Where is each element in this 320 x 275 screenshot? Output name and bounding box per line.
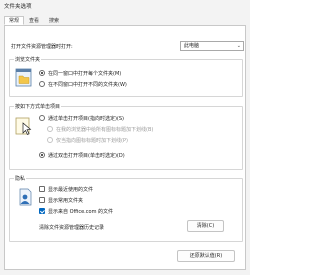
click-items-group: 按如下方式单击项目 通过单击打开项目(指向时选定)(S) 在我的浏览器中给所有图… bbox=[9, 103, 243, 170]
folder-window-icon bbox=[15, 68, 32, 87]
checkbox-frequent-folders-label: 显示常用文件夹 bbox=[48, 198, 84, 204]
open-explorer-select[interactable]: 此电脑 ⌄ bbox=[180, 41, 244, 51]
radio-single-click-label: 通过单击打开项目(指向时选定)(S) bbox=[48, 116, 124, 122]
folder-options-dialog: 文件夹选项 常规 查看 搜索 打开文件资源管理器时打开: 此电脑 ⌄ 浏览文件夹… bbox=[0, 0, 250, 275]
checkbox-office-files[interactable] bbox=[39, 208, 45, 214]
click-pointer-icon bbox=[15, 117, 32, 135]
radio-same-window-label: 在同一窗口中打开每个文件夹(M) bbox=[48, 71, 122, 77]
tab-view[interactable]: 查看 bbox=[24, 16, 44, 25]
checkbox-frequent-folders[interactable] bbox=[39, 197, 45, 203]
radio-new-window-label: 在不同窗口中打开不同的文件夹(W) bbox=[48, 82, 127, 88]
clear-history-label: 清除文件资源管理器历史记录 bbox=[39, 225, 105, 231]
checkbox-office-files-label: 显示来自 Office.com 的文件 bbox=[48, 209, 114, 215]
click-items-title: 按如下方式单击项目 bbox=[14, 103, 62, 110]
checkbox-recent-files[interactable] bbox=[39, 186, 45, 192]
browse-folders-group: 浏览文件夹 在同一窗口中打开每个文件夹(M) 在不同窗口中打开不同的文件夹(W) bbox=[9, 56, 243, 97]
clear-history-button[interactable]: 清除(C) bbox=[187, 220, 224, 232]
radio-single-click[interactable] bbox=[39, 115, 45, 121]
radio-new-window[interactable] bbox=[39, 81, 45, 87]
checkbox-recent-files-label: 显示最近使用的文件 bbox=[48, 187, 94, 193]
radio-underline-hover-label: 仅当指向图标标题时加下划线(P) bbox=[56, 138, 128, 144]
tab-search[interactable]: 搜索 bbox=[44, 16, 64, 25]
radio-underline-all-label: 在我的浏览器中给所有图标标题加下划线(B) bbox=[56, 127, 154, 133]
window-title: 文件夹选项 bbox=[4, 4, 32, 10]
tab-strip: 常规 查看 搜索 bbox=[4, 16, 64, 25]
open-explorer-value: 此电脑 bbox=[184, 43, 200, 49]
privacy-user-icon bbox=[19, 188, 32, 206]
radio-double-click-label: 通过双击打开项目(单击时选定)(D) bbox=[48, 153, 125, 159]
restore-defaults-button[interactable]: 还原默认值(R) bbox=[177, 250, 235, 262]
radio-underline-hover[interactable] bbox=[47, 137, 53, 143]
open-explorer-label: 打开文件资源管理器时打开: bbox=[11, 44, 73, 50]
radio-same-window[interactable] bbox=[39, 70, 45, 76]
chevron-down-icon: ⌄ bbox=[236, 43, 241, 49]
general-tab-panel: 打开文件资源管理器时打开: 此电脑 ⌄ 浏览文件夹 在同一窗口中打开每个文件夹(… bbox=[4, 25, 246, 270]
privacy-group: 隐私 显示最近使用的文件 显示常用文件夹 显示来自 Office.com 的文件… bbox=[9, 175, 243, 242]
browse-folders-title: 浏览文件夹 bbox=[14, 56, 42, 63]
privacy-title: 隐私 bbox=[14, 175, 27, 182]
radio-double-click[interactable] bbox=[39, 152, 45, 158]
radio-underline-all[interactable] bbox=[47, 126, 53, 132]
tab-general[interactable]: 常规 bbox=[4, 16, 25, 25]
